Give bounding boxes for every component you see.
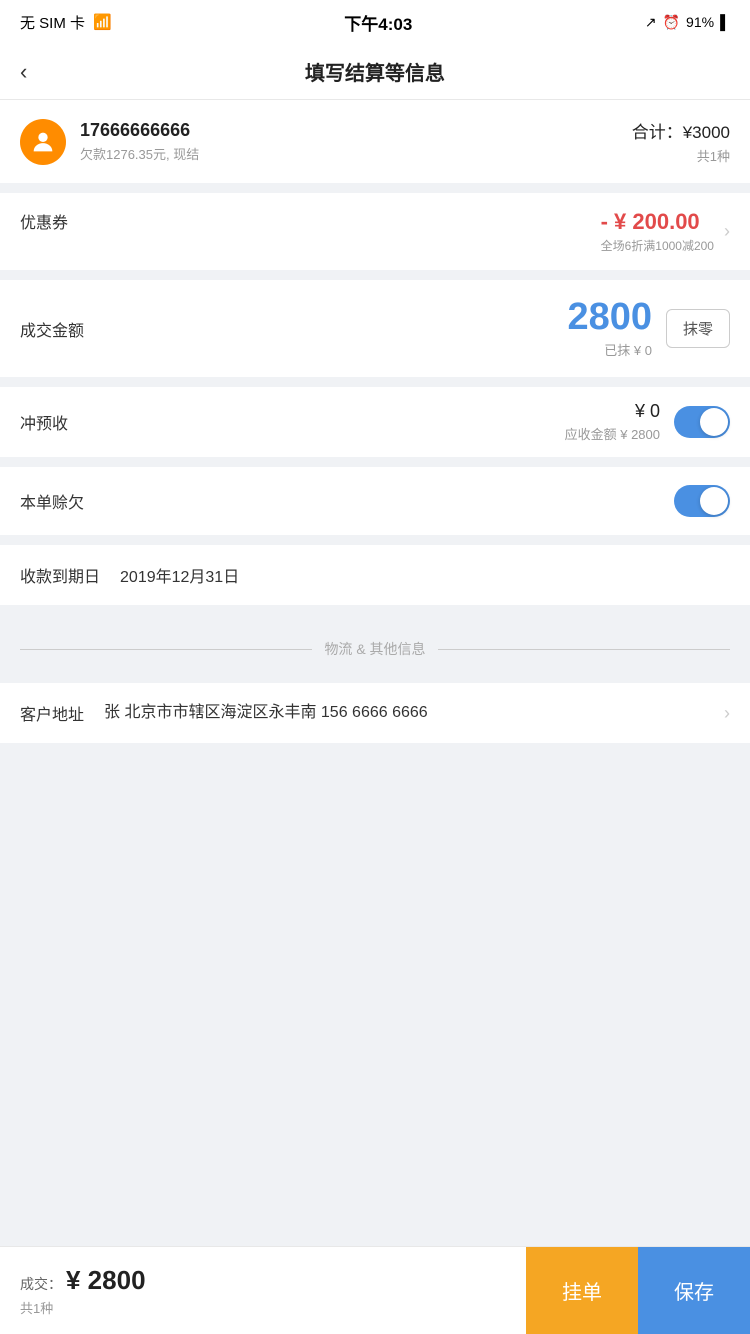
- writeoff-row: 本单赊欠: [20, 467, 730, 535]
- alarm-icon: ⏰: [663, 14, 680, 31]
- sim-label: 无 SIM 卡: [20, 12, 85, 33]
- status-time: 下午4:03: [344, 10, 412, 35]
- precollect-num: ¥ 0: [565, 401, 660, 422]
- location-icon: ↗: [645, 14, 657, 31]
- writeoff-toggle[interactable]: [674, 485, 730, 517]
- bottom-label: 成交：: [20, 1274, 62, 1294]
- battery-icon: ▌: [720, 14, 730, 30]
- transaction-subtext: 已抹 ¥ 0: [567, 340, 652, 359]
- chevron-right-icon: ›: [724, 221, 730, 242]
- user-count: 共1种: [632, 146, 730, 165]
- user-phone: 17666666666: [80, 120, 199, 141]
- duedate-label: 收款到期日: [20, 563, 100, 587]
- user-subtext: 欠款1276.35元, 现结: [80, 144, 199, 163]
- status-bar: 无 SIM 卡 📶 下午4:03 ↗ ⏰ 91% ▌: [0, 0, 750, 44]
- separator-1: [0, 457, 750, 467]
- transaction-right: 2800 已抹 ¥ 0 抹零: [567, 298, 730, 359]
- separator-2: [0, 615, 750, 625]
- precollect-sub: 应收金额 ¥ 2800: [565, 424, 660, 443]
- nav-bar: ‹ 填写结算等信息: [0, 44, 750, 100]
- gray-spacer: [0, 753, 750, 873]
- user-card: 17666666666 欠款1276.35元, 现结 合计：¥3000 共1种: [0, 100, 750, 183]
- transaction-section: 成交金额 2800 已抹 ¥ 0 抹零: [0, 280, 750, 377]
- address-label: 客户地址: [20, 701, 84, 725]
- divider-section: 物流 & 其他信息: [0, 625, 750, 673]
- duedate-section: 收款到期日 2019年12月31日: [0, 545, 750, 605]
- user-info: 17666666666 欠款1276.35元, 现结: [80, 120, 199, 163]
- coupon-amount: - ¥ 200.00: [601, 209, 714, 235]
- bottom-info: 成交： ¥ 2800 共1种: [0, 1265, 526, 1317]
- precollect-right: ¥ 0 应收金额 ¥ 2800: [565, 401, 730, 443]
- status-left: 无 SIM 卡 📶: [20, 12, 112, 33]
- user-total: 合计：¥3000: [632, 118, 730, 143]
- precollect-toggle[interactable]: [674, 406, 730, 438]
- address-value: 张 北京市市辖区海淀区永丰南 156 6666 6666: [104, 701, 714, 725]
- divider-text: 物流 & 其他信息: [324, 639, 425, 659]
- coupon-label: 优惠券: [20, 209, 68, 233]
- status-right: ↗ ⏰ 91% ▌: [645, 14, 730, 31]
- address-chevron-icon: ›: [724, 703, 730, 724]
- user-right: 合计：¥3000 共1种: [632, 118, 730, 165]
- writeoff-label: 本单赊欠: [20, 489, 84, 513]
- bottom-amount: ¥ 2800: [66, 1265, 146, 1296]
- transaction-row: 成交金额 2800 已抹 ¥ 0 抹零: [20, 280, 730, 377]
- user-left: 17666666666 欠款1276.35元, 现结: [20, 119, 199, 165]
- save-button[interactable]: 保存: [638, 1247, 750, 1334]
- precollect-amount-block: ¥ 0 应收金额 ¥ 2800: [565, 401, 660, 443]
- bottom-bar: 成交： ¥ 2800 共1种 挂单 保存: [0, 1246, 750, 1334]
- page-title: 填写结算等信息: [305, 57, 445, 86]
- duedate-row: 收款到期日 2019年12月31日: [20, 563, 730, 587]
- transaction-label: 成交金额: [20, 317, 84, 341]
- writeoff-section: 本单赊欠: [0, 467, 750, 535]
- coupon-row[interactable]: 优惠券 - ¥ 200.00 全场6折满1000减200 ›: [0, 193, 750, 270]
- battery-label: 91%: [686, 14, 714, 30]
- coupon-desc: 全场6折满1000减200: [601, 237, 714, 254]
- round-button[interactable]: 抹零: [666, 309, 730, 348]
- wifi-icon: 📶: [93, 13, 112, 31]
- user-avatar: [20, 119, 66, 165]
- main-content: 17666666666 欠款1276.35元, 现结 合计：¥3000 共1种 …: [0, 100, 750, 963]
- toggle-knob: [700, 408, 728, 436]
- transaction-amount: 2800: [567, 298, 652, 336]
- bottom-sub: 共1种: [20, 1298, 506, 1317]
- precollect-label: 冲预收: [20, 410, 68, 434]
- divider-line-left: [20, 649, 312, 650]
- address-row[interactable]: 客户地址 张 北京市市辖区海淀区永丰南 156 6666 6666 ›: [0, 683, 750, 743]
- hold-button[interactable]: 挂单: [526, 1247, 638, 1334]
- duedate-value: 2019年12月31日: [120, 563, 239, 587]
- precollect-row: 冲预收 ¥ 0 应收金额 ¥ 2800: [0, 387, 750, 457]
- writeoff-toggle-knob: [700, 487, 728, 515]
- divider-line-right: [438, 649, 730, 650]
- back-button[interactable]: ‹: [20, 59, 27, 85]
